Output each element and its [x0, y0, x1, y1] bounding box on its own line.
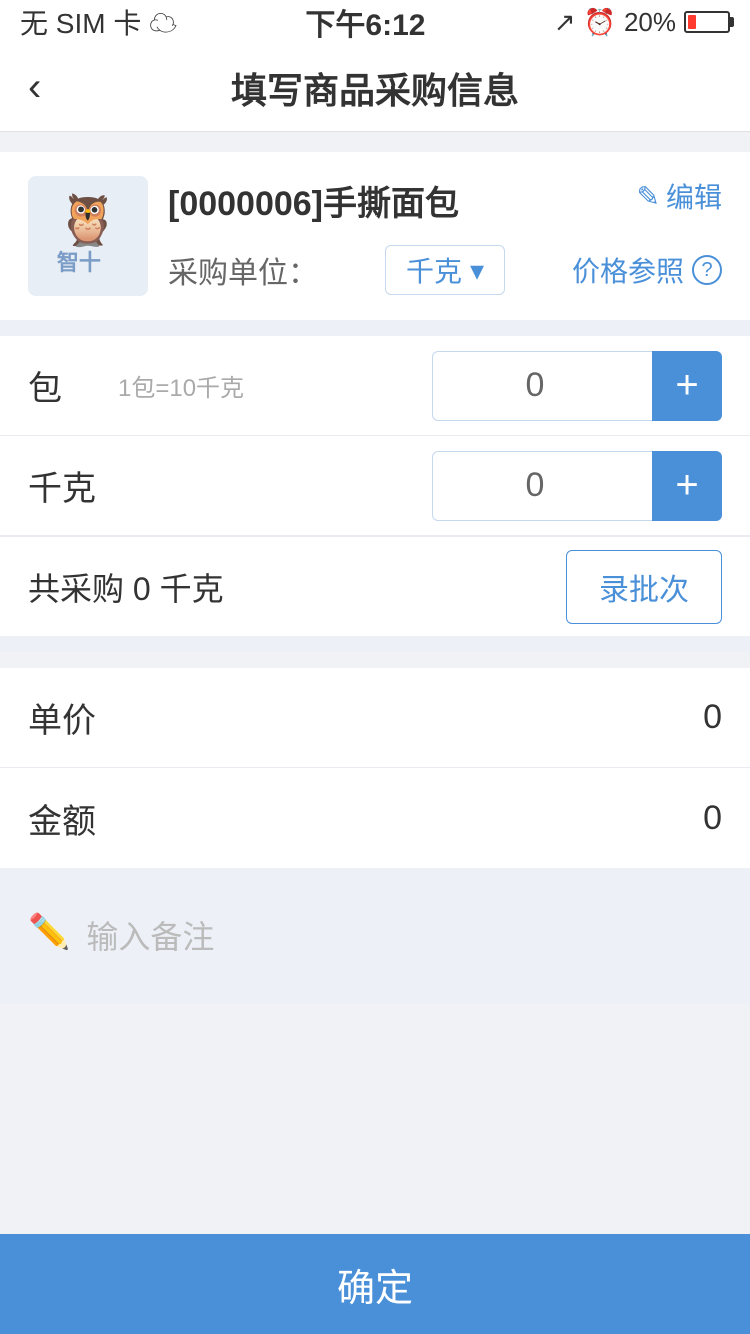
price-ref-help-icon: ?	[692, 255, 722, 285]
edit-label: 编辑	[666, 176, 722, 216]
unit-price-value: 0	[703, 698, 722, 737]
product-brand: 智十	[57, 245, 119, 277]
product-name: [0000006]手撕面包	[168, 176, 459, 225]
location-icon: ↗	[554, 7, 576, 38]
unit-price-label: 单价	[28, 693, 96, 742]
bag-sub-label: 1包=10千克	[118, 368, 244, 403]
nav-bar: ‹ 填写商品采购信息	[0, 44, 750, 132]
price-ref-label: 价格参照	[572, 250, 684, 290]
remark-placeholder: 输入备注	[86, 912, 214, 958]
total-row: 共采购 0 千克 录批次	[0, 536, 750, 636]
back-button[interactable]: ‹	[28, 65, 41, 110]
amount-value: 0	[703, 799, 722, 838]
bag-quantity-input[interactable]	[432, 351, 652, 421]
price-section: 单价 0 金额 0	[0, 668, 750, 868]
unit-label: 采购单位：	[168, 248, 318, 292]
section-divider-3	[0, 868, 750, 884]
edit-icon: ✎	[637, 180, 660, 213]
confirm-button[interactable]: 确定	[0, 1234, 750, 1334]
kg-label: 千克	[28, 461, 108, 510]
kg-quantity-input[interactable]	[432, 451, 652, 521]
alarm-icon: ⏰	[584, 7, 616, 38]
product-card: 🦉 智十 [0000006]手撕面包 ✎ 编辑 采购单位： 千克 ▾ 价格参照	[0, 152, 750, 320]
amount-label: 金额	[28, 794, 96, 843]
bag-label: 包	[28, 361, 108, 410]
unit-value: 千克	[406, 250, 462, 290]
pencil-icon: ✏️	[28, 912, 70, 952]
input-section: 包 1包=10千克 + 千克 +	[0, 336, 750, 536]
product-info: [0000006]手撕面包 ✎ 编辑 采购单位： 千克 ▾ 价格参照 ?	[168, 176, 722, 295]
kg-input-row: 千克 +	[0, 436, 750, 536]
page-title: 填写商品采购信息	[231, 62, 519, 114]
remark-section[interactable]: ✏️ 输入备注	[0, 884, 750, 1004]
bag-input-row: 包 1包=10千克 +	[0, 336, 750, 436]
status-time: 下午6:12	[305, 0, 425, 44]
sim-text: 无 SIM 卡 ☁	[20, 2, 177, 42]
battery-percent: 20%	[624, 7, 676, 38]
amount-row: 金额 0	[0, 768, 750, 868]
record-batch-button[interactable]: 录批次	[566, 550, 722, 624]
battery-icon	[684, 11, 730, 33]
section-divider-2	[0, 636, 750, 652]
price-ref-button[interactable]: 价格参照 ?	[572, 250, 722, 290]
status-bar: 无 SIM 卡 ☁ 下午6:12 ↗ ⏰ 20%	[0, 0, 750, 44]
status-right: ↗ ⏰ 20%	[554, 7, 730, 38]
product-image: 🦉 智十	[28, 176, 148, 296]
unit-select[interactable]: 千克 ▾	[385, 245, 505, 295]
product-owl-icon: 🦉	[57, 195, 119, 245]
edit-button[interactable]: ✎ 编辑	[637, 176, 722, 216]
status-left: 无 SIM 卡 ☁	[20, 2, 177, 42]
section-divider-1	[0, 320, 750, 336]
total-label: 共采购 0 千克	[28, 564, 224, 610]
bag-plus-button[interactable]: +	[652, 351, 722, 421]
unit-price-row: 单价 0	[0, 668, 750, 768]
kg-plus-button[interactable]: +	[652, 451, 722, 521]
dropdown-icon: ▾	[470, 254, 484, 287]
